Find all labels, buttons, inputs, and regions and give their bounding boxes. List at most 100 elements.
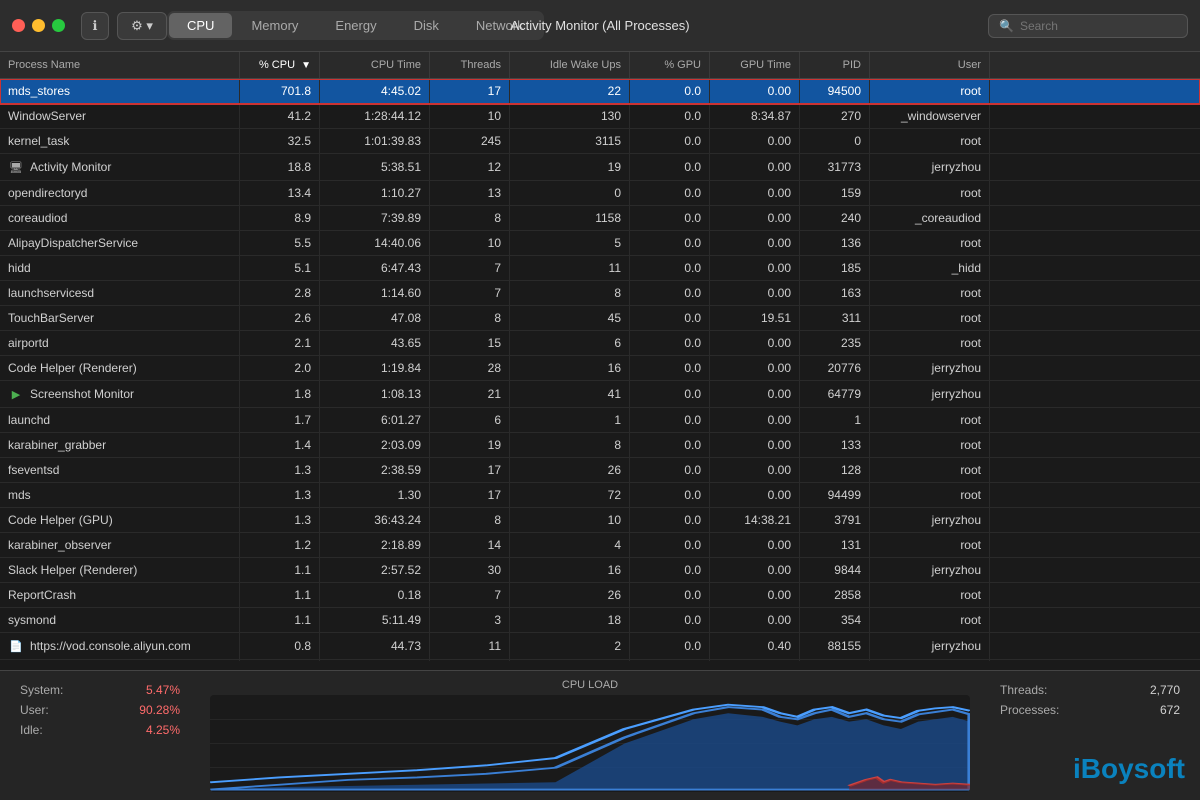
table-row[interactable]: mds 1.3 1.30 17 72 0.0 0.00 94499 root [0, 483, 1200, 508]
tab-group: CPU Memory Energy Disk Network [167, 11, 544, 40]
table-row[interactable]: mds_stores 701.8 4:45.02 17 22 0.0 0.00 … [0, 79, 1200, 104]
cell-threads: 6 [430, 408, 510, 432]
col-pid[interactable]: PID [800, 52, 870, 78]
cell-gpu-time: 0.00 [710, 558, 800, 582]
cell-name: WindowServer [0, 104, 240, 128]
cell-user: jerryzhou [870, 558, 990, 582]
col-gpu-time[interactable]: GPU Time [710, 52, 800, 78]
search-icon: 🔍 [999, 19, 1014, 33]
table-row[interactable]: fseventsd 1.3 2:38.59 17 26 0.0 0.00 128… [0, 458, 1200, 483]
cell-user: root [870, 79, 990, 103]
cell-user: root [870, 181, 990, 205]
cell-user: jerryzhou [870, 381, 990, 407]
table-row[interactable]: sysmond 1.1 5:11.49 3 18 0.0 0.00 354 ro… [0, 608, 1200, 633]
table-row[interactable]: airportd 2.1 43.65 15 6 0.0 0.00 235 roo… [0, 331, 1200, 356]
main-content: Process Name % CPU ▼ CPU Time Threads Id… [0, 52, 1200, 800]
cell-user: root [870, 129, 990, 153]
cell-pid: 136 [800, 231, 870, 255]
close-button[interactable] [12, 19, 25, 32]
process-name: AlipayDispatcherService [8, 236, 138, 250]
tab-energy[interactable]: Energy [317, 13, 394, 38]
cell-gpu-time: 0.00 [710, 583, 800, 607]
cell-idle-wake: 2 [510, 660, 630, 661]
cell-gpu-time: 0.00 [710, 331, 800, 355]
cell-cpu: 701.8 [240, 79, 320, 103]
cell-idle-wake: 41 [510, 381, 630, 407]
table-row[interactable]: launchservicesd 2.8 1:14.60 7 8 0.0 0.00… [0, 281, 1200, 306]
col-process-name[interactable]: Process Name [0, 52, 240, 78]
cell-cpu: 8.9 [240, 206, 320, 230]
cell-user: _windowserver [870, 104, 990, 128]
col-idle-wake[interactable]: Idle Wake Ups [510, 52, 630, 78]
table-row[interactable]: ▶ Screenshot Monitor 1.8 1:08.13 21 41 0… [0, 381, 1200, 408]
cell-name: Slack Helper (Renderer) [0, 558, 240, 582]
cell-cpu: 5.1 [240, 256, 320, 280]
table-row[interactable]: opendirectoryd 13.4 1:10.27 13 0 0.0 0.0… [0, 181, 1200, 206]
cell-idle-wake: 72 [510, 483, 630, 507]
maximize-button[interactable] [52, 19, 65, 32]
minimize-button[interactable] [32, 19, 45, 32]
cell-idle-wake: 3115 [510, 129, 630, 153]
cell-pid: 354 [800, 608, 870, 632]
table-row[interactable]: distnoted 0.8 1:05.37 3 2 0.0 0.00 384 j… [0, 660, 1200, 661]
cell-cpu-time: 2:57.52 [320, 558, 430, 582]
cell-gpu: 0.0 [630, 508, 710, 532]
table-rows[interactable]: mds_stores 701.8 4:45.02 17 22 0.0 0.00 … [0, 79, 1200, 661]
col-cpu[interactable]: % CPU ▼ [240, 52, 320, 78]
cell-threads: 3 [430, 608, 510, 632]
cell-user: root [870, 231, 990, 255]
table-row[interactable]: Code Helper (Renderer) 2.0 1:19.84 28 16… [0, 356, 1200, 381]
cell-idle-wake: 0 [510, 181, 630, 205]
gear-button[interactable]: ⚙ ▾ [117, 12, 167, 40]
table-row[interactable]: WindowServer 41.2 1:28:44.12 10 130 0.0 … [0, 104, 1200, 129]
tabs-container: CPU Memory Energy Disk Network [167, 11, 544, 40]
table-row[interactable]: Slack Helper (Renderer) 1.1 2:57.52 30 1… [0, 558, 1200, 583]
table-row[interactable]: kernel_task 32.5 1:01:39.83 245 3115 0.0… [0, 129, 1200, 154]
tab-cpu[interactable]: CPU [169, 13, 232, 38]
col-cpu-time[interactable]: CPU Time [320, 52, 430, 78]
search-input[interactable] [1020, 19, 1177, 33]
table-row[interactable]: karabiner_observer 1.2 2:18.89 14 4 0.0 … [0, 533, 1200, 558]
cell-gpu: 0.0 [630, 558, 710, 582]
cell-threads: 12 [430, 154, 510, 180]
cell-cpu: 13.4 [240, 181, 320, 205]
table-row[interactable]: ReportCrash 1.1 0.18 7 26 0.0 0.00 2858 … [0, 583, 1200, 608]
col-threads[interactable]: Threads [430, 52, 510, 78]
row-icon: 🖥 [8, 159, 24, 175]
cell-gpu: 0.0 [630, 381, 710, 407]
table-row[interactable]: 📄 https://vod.console.aliyun.com 0.8 44.… [0, 633, 1200, 660]
tab-disk[interactable]: Disk [396, 13, 457, 38]
table-row[interactable]: karabiner_grabber 1.4 2:03.09 19 8 0.0 0… [0, 433, 1200, 458]
cell-gpu: 0.0 [630, 433, 710, 457]
table-header: Process Name % CPU ▼ CPU Time Threads Id… [0, 52, 1200, 79]
col-user[interactable]: User [870, 52, 990, 78]
table-row[interactable]: coreaudiod 8.9 7:39.89 8 1158 0.0 0.00 2… [0, 206, 1200, 231]
cell-gpu: 0.0 [630, 533, 710, 557]
table-row[interactable]: Code Helper (GPU) 1.3 36:43.24 8 10 0.0 … [0, 508, 1200, 533]
tab-memory[interactable]: Memory [233, 13, 316, 38]
cell-cpu: 41.2 [240, 104, 320, 128]
system-label: System: [20, 683, 63, 697]
cell-pid: 1 [800, 408, 870, 432]
cell-cpu-time: 43.65 [320, 331, 430, 355]
table-row[interactable]: AlipayDispatcherService 5.5 14:40.06 10 … [0, 231, 1200, 256]
table-row[interactable]: launchd 1.7 6:01.27 6 1 0.0 0.00 1 root [0, 408, 1200, 433]
titlebar: ℹ ⚙ ▾ CPU Memory Energy Disk Network 🔍 A… [0, 0, 1200, 52]
search-box[interactable]: 🔍 [988, 14, 1188, 38]
cell-idle-wake: 130 [510, 104, 630, 128]
info-button[interactable]: ℹ [81, 12, 109, 40]
table-row[interactable]: 🖥 Activity Monitor 18.8 5:38.51 12 19 0.… [0, 154, 1200, 181]
info-icon: ℹ [93, 18, 98, 34]
cell-gpu: 0.0 [630, 331, 710, 355]
idle-row: Idle: 4.25% [20, 723, 180, 737]
cell-cpu-time: 1:05.37 [320, 660, 430, 661]
table-row[interactable]: TouchBarServer 2.6 47.08 8 45 0.0 19.51 … [0, 306, 1200, 331]
cell-name: karabiner_observer [0, 533, 240, 557]
cpu-load-title: CPU LOAD [210, 679, 970, 691]
cell-user: jerryzhou [870, 660, 990, 661]
cell-name: Code Helper (Renderer) [0, 356, 240, 380]
cell-pid: 240 [800, 206, 870, 230]
col-gpu[interactable]: % GPU [630, 52, 710, 78]
table-row[interactable]: hidd 5.1 6:47.43 7 11 0.0 0.00 185 _hidd [0, 256, 1200, 281]
cell-cpu: 2.8 [240, 281, 320, 305]
